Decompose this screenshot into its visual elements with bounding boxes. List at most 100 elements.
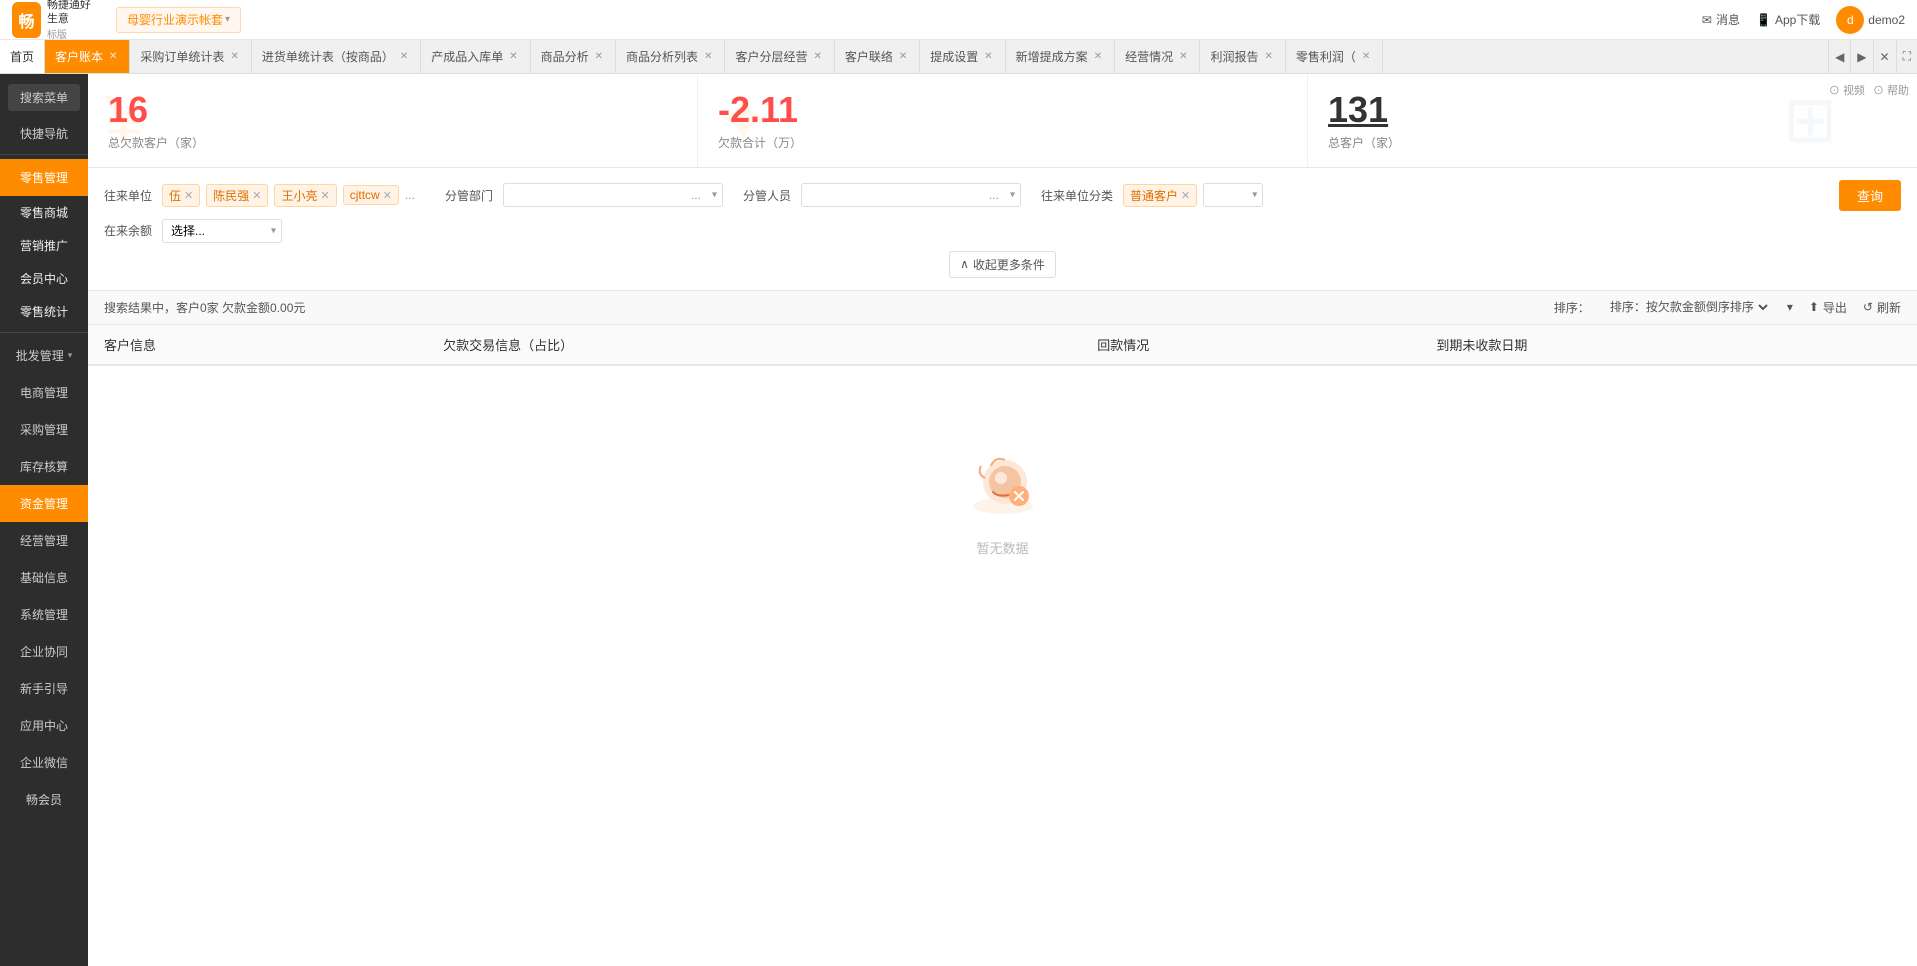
query-button[interactable]: 查询 [1839,180,1901,211]
unit-class-tag-normal[interactable]: 普通客户 ✕ [1123,184,1197,207]
tab-production-in[interactable]: 产成品入库单 ✕ [421,40,530,73]
tab-purchase-order-stats[interactable]: 采购订单统计表 ✕ [130,40,251,73]
sidebar-search-btn[interactable]: 搜索菜单 [8,84,80,111]
tab-close-icon[interactable]: ✕ [228,50,240,63]
tab-close-icon[interactable]: ✕ [702,50,714,63]
mobile-icon: 📱 [1756,13,1771,27]
stat-bg-icon-1: ¥ [104,80,143,160]
tab-customer-account-label: 客户账本 [55,48,103,65]
stat-number-1: 16 [108,90,677,130]
filter-tag-chen[interactable]: 陈民强 ✕ [206,184,268,207]
tab-close-icon[interactable]: ✕ [593,50,605,63]
col-repayment: 回款情况 [1081,325,1420,365]
sidebar-item-basic-info[interactable]: 基础信息 [0,559,88,596]
tab-business-situation[interactable]: 经营情况 ✕ [1115,40,1200,73]
tab-close-icon[interactable]: ✕ [897,50,909,63]
help-btn[interactable]: ⊙ 帮助 [1873,82,1909,98]
tab-product-analysis-list-label: 商品分析列表 [626,48,698,65]
collapse-btn-label: 收起更多条件 [973,256,1045,273]
app-download-btn[interactable]: 📱 App下载 [1756,11,1820,28]
export-btn[interactable]: ⬆ 导出 [1809,299,1847,316]
filter-tag-wu[interactable]: 伍 ✕ [162,184,200,207]
tab-customer-contact[interactable]: 客户联络 ✕ [835,40,920,73]
tab-next-btn[interactable]: ▶ [1850,40,1872,74]
sidebar-item-purchase-mgmt[interactable]: 采购管理 [0,411,88,448]
table-header-row: 客户信息 欠款交易信息（占比） 回款情况 到期未收款日期 [88,325,1917,365]
tab-close-icon[interactable]: ✕ [1177,50,1189,63]
sidebar-item-vip-member[interactable]: 畅会员 [0,781,88,818]
table-header: 客户信息 欠款交易信息（占比） 回款情况 到期未收款日期 [88,325,1917,365]
tab-customer-account[interactable]: 客户账本 ✕ [45,40,130,73]
sidebar-item-app-center[interactable]: 应用中心 [0,707,88,744]
sidebar-quick-nav[interactable]: 快捷导航 [0,117,88,150]
sidebar-item-marketing[interactable]: 营销推广 [0,229,88,262]
sidebar-item-new-user-guide[interactable]: 新手引导 [0,670,88,707]
tab-expand-btn[interactable]: ⛶ [1896,40,1917,74]
sidebar-retail-label: 零售管理 [20,171,68,185]
refresh-btn[interactable]: ↺ 刷新 [1863,299,1901,316]
filter-balance-select[interactable]: 选择... [162,219,282,243]
filter-tag-wang-close[interactable]: ✕ [321,189,330,202]
tab-close-icon[interactable]: ✕ [398,50,410,63]
sidebar-item-inventory-check[interactable]: 库存核算 [0,448,88,485]
tab-incoming-stats[interactable]: 进货单统计表（按商品） ✕ [252,40,421,73]
tab-retail-profit[interactable]: 零售利润（ ✕ [1286,40,1383,73]
filter-tags-more[interactable]: ... [405,188,415,202]
tab-customer-tier[interactable]: 客户分层经营 ✕ [725,40,834,73]
tab-promotion-settings[interactable]: 提成设置 ✕ [920,40,1005,73]
sidebar-item-enterprise-collab[interactable]: 企业协同 [0,633,88,670]
sidebar-divider2 [0,332,88,333]
col-debt-info: 欠款交易信息（占比） [427,325,1081,365]
tab-profit-report[interactable]: 利润报告 ✕ [1200,40,1285,73]
sidebar-item-wholesale-mgmt[interactable]: 批发管理 [0,337,88,374]
filter-dept-input[interactable] [503,183,723,207]
sidebar-item-retail-mall[interactable]: 零售商城 [0,196,88,229]
collapse-btn[interactable]: ∧ 收起更多条件 [949,251,1056,278]
tab-prev-btn[interactable]: ◀ [1828,40,1850,74]
sidebar-item-ops-mgmt[interactable]: 经营管理 [0,522,88,559]
sidebar-item-enterprise-wechat[interactable]: 企业微信 [0,744,88,781]
tab-close-icon[interactable]: ✕ [1360,50,1372,63]
sidebar-item-funds-mgmt[interactable]: 资金管理 [0,485,88,522]
tab-product-analysis[interactable]: 商品分析 ✕ [531,40,616,73]
tab-close-icon[interactable]: ✕ [982,50,994,63]
sidebar-item-retail-mgmt[interactable]: 零售管理 [0,159,88,196]
tab-new-promotion-label: 新增提成方案 [1016,48,1088,65]
sidebar-item-member-center[interactable]: 会员中心 [0,262,88,295]
tab-close-icon[interactable]: ✕ [811,50,823,63]
filter-tag-chen-text: 陈民强 [213,187,249,204]
filter-area: 往来单位 伍 ✕ 陈民强 ✕ 王小亮 ✕ cjttcw [88,168,1917,291]
filter-person-input[interactable] [801,183,1021,207]
sidebar-item-system-mgmt[interactable]: 系统管理 [0,596,88,633]
sidebar-ops-label: 经营管理 [20,534,68,548]
message-label: 消息 [1716,11,1740,28]
tab-home[interactable]: 首页 [0,40,45,73]
sidebar-item-retail-stats[interactable]: 零售统计 [0,295,88,328]
filter-tag-cjttcw[interactable]: cjttcw ✕ [343,185,399,205]
tab-nav-buttons: ◀ ▶ ✕ ⛶ [1828,40,1917,74]
tab-purchase-label: 采购订单统计表 [140,48,224,65]
filter-tag-wang[interactable]: 王小亮 ✕ [274,184,336,207]
filter-tag-wu-close[interactable]: ✕ [184,189,193,202]
filter-unit-class-area: 普通客户 ✕ [1123,183,1263,207]
tab-new-promotion-plan[interactable]: 新增提成方案 ✕ [1006,40,1115,73]
sidebar-item-ecommerce[interactable]: 电商管理 [0,374,88,411]
filter-unit-class-label: 往来单位分类 [1041,187,1113,204]
tab-product-analysis-list[interactable]: 商品分析列表 ✕ [616,40,725,73]
user-menu[interactable]: d demo2 [1836,6,1905,34]
tab-close-icon[interactable]: ✕ [1263,50,1275,63]
filter-tag-chen-close[interactable]: ✕ [252,189,261,202]
filter-unit-class-select[interactable] [1203,183,1263,207]
sidebar-marketing-label: 营销推广 [20,239,68,253]
tab-close-icon[interactable]: ✕ [1092,50,1104,63]
workspace-selector[interactable]: 母婴行业演示帐套 ▾ [116,7,241,33]
filter-tag-cjttcw-close[interactable]: ✕ [383,189,392,202]
sort-select[interactable]: 排序：按欠款金额倒序排序 [1606,299,1771,315]
tab-close-icon[interactable]: ✕ [507,50,519,63]
top-bar: 畅 畅捷通好生意 标版 母婴行业演示帐套 ▾ ✉ 消息 📱 App下载 d de… [0,0,1917,40]
tab-close-icon[interactable]: ✕ [107,50,119,63]
sort-label: 排序： [1554,299,1590,316]
tab-close-all-btn[interactable]: ✕ [1873,40,1896,74]
message-btn[interactable]: ✉ 消息 [1702,11,1740,28]
unit-class-tag-close[interactable]: ✕ [1181,189,1190,202]
